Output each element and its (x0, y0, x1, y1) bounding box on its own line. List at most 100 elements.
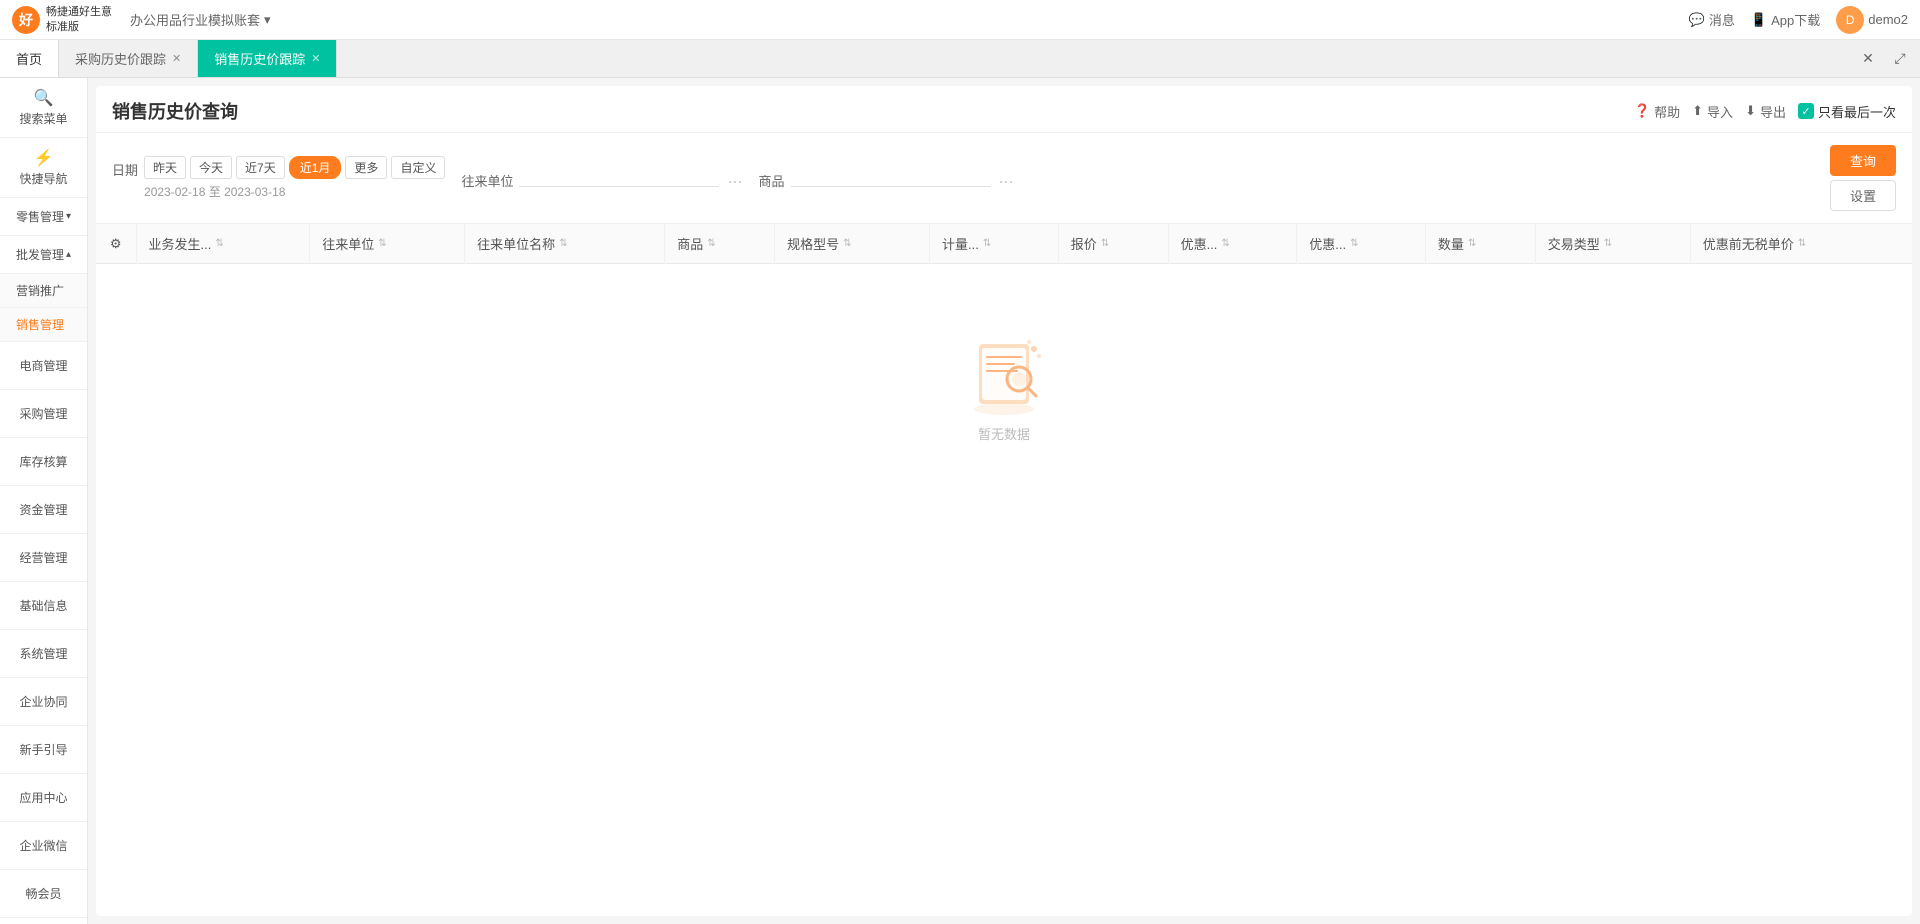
th-quote[interactable]: 报价 ⇅ (1058, 224, 1168, 264)
sort-icon-partner-code: ⇅ (378, 238, 386, 249)
sidebar-item-newbie[interactable]: 新手引导 (0, 726, 87, 774)
logo-area: 好 畅捷通好生意 标准版 (12, 5, 112, 34)
th-quantity[interactable]: 数量 ⇅ (1425, 224, 1535, 264)
message-icon: 💬 (1689, 12, 1705, 28)
header-right: 💬 消息 📱 App下载 D demo2 (1689, 6, 1908, 34)
tab-home[interactable]: 首页 (0, 40, 59, 77)
sort-icon-unit: ⇅ (983, 238, 991, 249)
tab-close-all-btn[interactable]: ✕ (1856, 47, 1880, 71)
sidebar-label-quick-nav: 快捷导航 (19, 170, 67, 187)
page-title: 销售历史价查询 (112, 98, 238, 124)
sidebar-item-vip[interactable]: 畅会员 (0, 870, 87, 918)
partner-input[interactable] (519, 167, 719, 187)
th-trade-type[interactable]: 交易类型 ⇅ (1535, 224, 1690, 264)
sidebar-label-purchase: 采购管理 (19, 405, 67, 422)
sidebar-item-system[interactable]: 系统管理 (0, 630, 87, 678)
tab-sales-close[interactable]: ✕ (311, 52, 320, 65)
th-spec[interactable]: 规格型号 ⇅ (775, 224, 930, 264)
gear-icon: ⚙ (110, 236, 122, 251)
user-btn[interactable]: D demo2 (1836, 6, 1908, 34)
app-title-chevron: ▾ (264, 12, 271, 28)
goods-filter-group: 商品 ... (758, 167, 1013, 190)
th-goods[interactable]: 商品 ⇅ (665, 224, 775, 264)
sidebar-label-operations: 经营管理 (19, 549, 67, 566)
partner-dots[interactable]: ... (727, 167, 742, 188)
date-btn-today[interactable]: 今天 (190, 156, 232, 179)
sidebar-label-system: 系统管理 (19, 645, 67, 662)
sidebar-label-search-menu: 搜索菜单 (19, 110, 67, 127)
sidebar-label-vip: 畅会员 (25, 885, 61, 902)
sidebar-item-enterprise-collab[interactable]: 企业协同 (0, 678, 87, 726)
sidebar-sub-marketing[interactable]: 营销推广 (0, 274, 87, 308)
date-filter-label: 日期 (112, 156, 138, 179)
date-btn-yesterday[interactable]: 昨天 (144, 156, 186, 179)
tab-sales-history[interactable]: 销售历史价跟踪 ✕ (198, 40, 337, 77)
tab-maximize-btn[interactable]: ⤢ (1888, 47, 1912, 71)
import-icon: ⬆ (1692, 103, 1703, 119)
content-area: 销售历史价查询 ❓ 帮助 ⬆ 导入 ⬇ 导出 ✓ (88, 78, 1920, 924)
page-wrapper: 销售历史价查询 ❓ 帮助 ⬆ 导入 ⬇ 导出 ✓ (96, 86, 1912, 916)
goods-dots[interactable]: ... (999, 167, 1014, 188)
only-last-checkbox[interactable]: ✓ 只看最后一次 (1798, 102, 1896, 121)
partner-filter-label: 往来单位 (461, 167, 513, 190)
import-btn[interactable]: ⬆ 导入 (1692, 102, 1733, 121)
date-btn-7days[interactable]: 近7天 (236, 156, 285, 179)
empty-state: 暂无数据 (96, 264, 1912, 503)
goods-input[interactable] (791, 167, 991, 187)
date-btn-more[interactable]: 更多 (345, 156, 387, 179)
date-range-text: 2023-02-18 至 2023-03-18 (144, 183, 445, 200)
checkbox-checked-icon: ✓ (1798, 103, 1814, 119)
sidebar-sub-sales-mgmt[interactable]: 销售管理 (0, 308, 87, 342)
query-btn[interactable]: 查询 (1830, 145, 1896, 176)
download-btn[interactable]: 📱 App下载 (1751, 10, 1820, 29)
sidebar-item-purchase[interactable]: 采购管理 (0, 390, 87, 438)
sidebar-item-retail-mgmt[interactable]: 零售管理 ▾ (0, 198, 87, 236)
sidebar-item-inventory[interactable]: 库存核算 (0, 438, 87, 486)
th-pre-discount-price[interactable]: 优惠前无税单价 ⇅ (1690, 224, 1912, 264)
sidebar-item-quick-nav[interactable]: ⚡ 快捷导航 (0, 138, 87, 198)
th-biz-date[interactable]: 业务发生... ⇅ (136, 224, 310, 264)
help-icon: ❓ (1634, 103, 1650, 119)
date-btn-1month[interactable]: 近1月 (289, 156, 342, 179)
date-btn-custom[interactable]: 自定义 (391, 156, 445, 179)
sidebar-label-inventory: 库存核算 (19, 453, 67, 470)
tab-purchase-history[interactable]: 采购历史价跟踪 ✕ (59, 40, 198, 77)
sidebar-item-finance[interactable]: 资金管理 (0, 486, 87, 534)
messages-btn[interactable]: 💬 消息 (1689, 10, 1735, 29)
sidebar-label-retail-mgmt: 零售管理 (16, 208, 64, 225)
partner-filter-group: 往来单位 ... (461, 167, 742, 190)
sort-icon-quantity: ⇅ (1468, 238, 1476, 249)
tab-purchase-close[interactable]: ✕ (172, 52, 181, 65)
goods-filter-label: 商品 (758, 167, 784, 190)
sidebar-label-newbie: 新手引导 (19, 741, 67, 758)
sort-icon-quote: ⇅ (1101, 238, 1109, 249)
page-header-actions: ❓ 帮助 ⬆ 导入 ⬇ 导出 ✓ 只看最后一次 (1634, 102, 1896, 121)
sort-icon-discount1: ⇅ (1221, 238, 1229, 249)
sidebar-item-basic-info[interactable]: 基础信息 (0, 582, 87, 630)
th-partner-name[interactable]: 往来单位名称 ⇅ (465, 224, 665, 264)
app-title: 办公用品行业模拟账套 (130, 10, 260, 29)
date-filter-group: 日期 昨天 今天 近7天 近1月 更多 自定义 2023-02-18 至 202… (112, 156, 445, 200)
empty-text: 暂无数据 (978, 424, 1030, 443)
th-gear[interactable]: ⚙ (96, 224, 136, 264)
page-header: 销售历史价查询 ❓ 帮助 ⬆ 导入 ⬇ 导出 ✓ (96, 86, 1912, 133)
sidebar-item-operations[interactable]: 经营管理 (0, 534, 87, 582)
th-partner-code[interactable]: 往来单位 ⇅ (310, 224, 465, 264)
th-discount2[interactable]: 优惠... ⇅ (1297, 224, 1426, 264)
main-layout: 🔍 搜索菜单 ⚡ 快捷导航 零售管理 ▾ 批发管理 ▴ 营销推广 销售管理 电商… (0, 78, 1920, 924)
sidebar-item-ecommerce[interactable]: 电商管理 (0, 342, 87, 390)
sidebar-item-enterprise-wechat[interactable]: 企业微信 (0, 822, 87, 870)
app-title-area[interactable]: 办公用品行业模拟账套 ▾ (130, 10, 271, 29)
help-btn[interactable]: ❓ 帮助 (1634, 102, 1680, 121)
sidebar-label-ecommerce: 电商管理 (19, 357, 67, 374)
th-unit[interactable]: 计量... ⇅ (930, 224, 1059, 264)
header-left: 好 畅捷通好生意 标准版 办公用品行业模拟账套 ▾ (12, 5, 271, 34)
th-discount1[interactable]: 优惠... ⇅ (1168, 224, 1297, 264)
sidebar-item-search-menu[interactable]: 🔍 搜索菜单 (0, 78, 87, 138)
sidebar-item-wholesale-mgmt[interactable]: 批发管理 ▴ (0, 236, 87, 274)
sidebar-label-wholesale-mgmt: 批发管理 (16, 246, 64, 263)
sidebar-item-app-center[interactable]: 应用中心 (0, 774, 87, 822)
sort-icon-goods: ⇅ (707, 238, 715, 249)
settings-btn[interactable]: 设置 (1830, 180, 1896, 211)
export-btn[interactable]: ⬇ 导出 (1745, 102, 1786, 121)
